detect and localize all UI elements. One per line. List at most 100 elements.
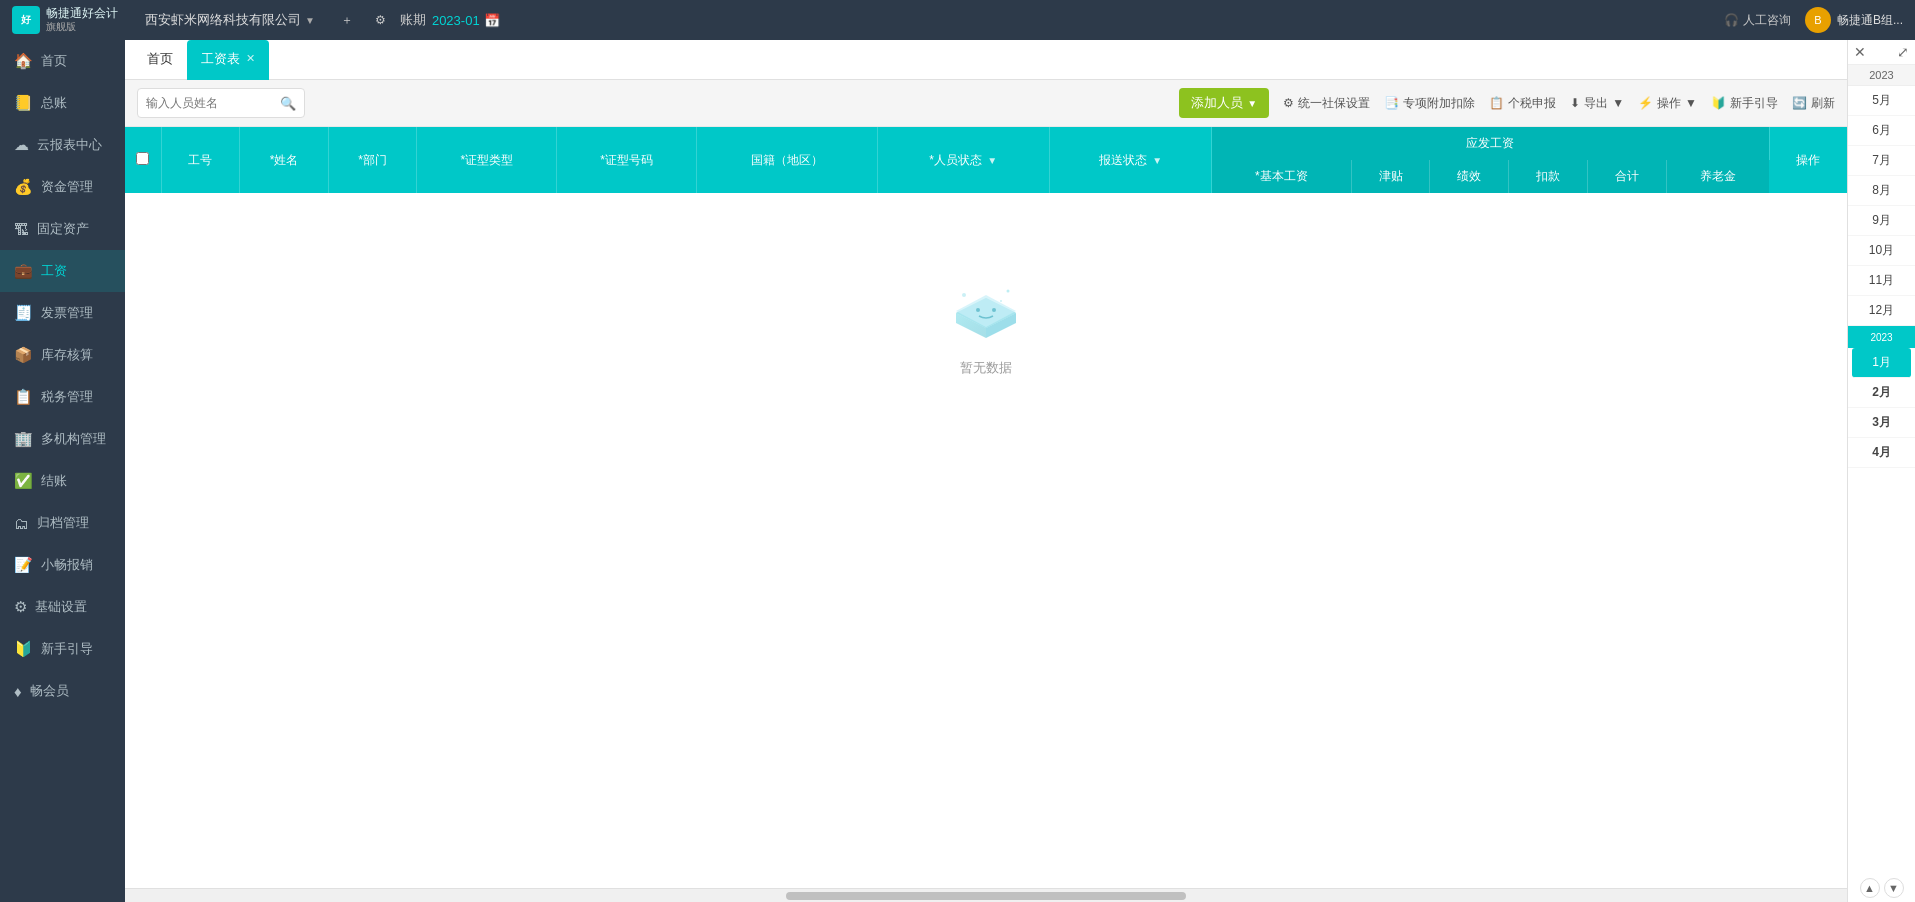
panel-close-btn[interactable]: ✕ [1854,44,1866,60]
tab-salary-label: 工资表 [201,50,240,68]
sidebar-label-fixed-assets: 固定资产 [37,220,89,238]
export-btn[interactable]: ⬇ 导出 ▼ [1570,95,1624,112]
month-2022-12[interactable]: 12月 [1848,296,1915,326]
add-company-btn[interactable]: ＋ [335,10,359,31]
settings-icon: ⚙ [14,598,27,616]
panel-expand-btn[interactable]: ⤢ [1897,44,1909,60]
sidebar-item-member[interactable]: ♦ 畅会员 [0,670,125,712]
sidebar-label-tax: 税务管理 [41,388,93,406]
sidebar-item-guide[interactable]: 🔰 新手引导 [0,628,125,670]
th-checkbox[interactable] [125,127,161,193]
toolbar: 🔍 添加人员 ▼ ⚙ 统一社保设置 📑 专项附加扣除 📋 个税申报 [125,80,1847,127]
sidebar-label-settle: 结账 [41,472,67,490]
main-layout: 🏠 首页 📒 总账 ☁ 云报表中心 💰 资金管理 🏗 固定资产 💼 工资 🧾 发… [0,40,1915,902]
month-2022-10[interactable]: 10月 [1848,236,1915,266]
settings-btn[interactable]: ⚙ [369,11,392,29]
refresh-btn[interactable]: 🔄 刷新 [1792,95,1835,112]
sidebar-label-archive: 归档管理 [37,514,89,532]
user-area[interactable]: B 畅捷通B组... [1805,7,1903,33]
month-2022-05[interactable]: 5月 [1848,86,1915,116]
th-report-status[interactable]: 报送状态 ▼ [1049,127,1211,193]
export-icon: ⬇ [1570,96,1580,110]
tab-close-icon[interactable]: ✕ [246,52,255,65]
period-value[interactable]: 2023-01 [432,13,480,28]
sidebar-label-member: 畅会员 [30,682,69,700]
th-performance: 绩效 [1430,160,1509,193]
sidebar-item-fixed-assets[interactable]: 🏗 固定资产 [0,208,125,250]
sidebar-item-expense[interactable]: 📝 小畅报销 [0,544,125,586]
search-input-wrap[interactable]: 🔍 [137,88,305,118]
th-cert-no: *证型号码 [557,127,697,193]
sidebar-item-settle[interactable]: ✅ 结账 [0,460,125,502]
search-input[interactable] [146,96,276,110]
period-label: 账期 [400,11,426,29]
social-security-btn[interactable]: ⚙ 统一社保设置 [1283,95,1370,112]
sidebar: 🏠 首页 📒 总账 ☁ 云报表中心 💰 资金管理 🏗 固定资产 💼 工资 🧾 发… [0,40,125,902]
logo-text: 畅捷通好会计 [46,6,118,20]
special-deduct-btn[interactable]: 📑 专项附加扣除 [1384,95,1475,112]
sidebar-item-cloud-report[interactable]: ☁ 云报表中心 [0,124,125,166]
invoice-icon: 🧾 [14,304,33,322]
tab-salary-table[interactable]: 工资表 ✕ [187,40,269,80]
service-button[interactable]: 🎧 人工咨询 [1724,12,1791,29]
archive-icon: 🗂 [14,515,29,532]
month-2023-02[interactable]: 2月 [1848,378,1915,408]
income-tax-btn[interactable]: 📋 个税申报 [1489,95,1556,112]
month-2022-11[interactable]: 11月 [1848,266,1915,296]
toolbar-right: 添加人员 ▼ ⚙ 统一社保设置 📑 专项附加扣除 📋 个税申报 ⬇ 导 [1179,88,1835,118]
sidebar-item-inventory[interactable]: 📦 库存核算 [0,334,125,376]
month-2022-07[interactable]: 7月 [1848,146,1915,176]
month-2023-03[interactable]: 3月 [1848,408,1915,438]
th-dept: *部门 [328,127,417,193]
svg-point-9 [1000,300,1002,302]
horizontal-scrollbar[interactable] [125,888,1847,902]
sidebar-item-multi-org[interactable]: 🏢 多机构管理 [0,418,125,460]
cloud-icon: ☁ [14,136,29,154]
sidebar-item-salary[interactable]: 💼 工资 [0,250,125,292]
sidebar-item-archive[interactable]: 🗂 归档管理 [0,502,125,544]
empty-text: 暂无数据 [960,359,1012,377]
company-selector[interactable]: 西安虾米网络科技有限公司 ▼ [137,11,323,29]
current-year-display: 2023 [1848,65,1915,86]
operations-arrow-icon: ▼ [1685,96,1697,110]
sidebar-item-tax[interactable]: 📋 税务管理 [0,376,125,418]
select-all-checkbox[interactable] [136,152,149,165]
add-person-button[interactable]: 添加人员 ▼ [1179,88,1269,118]
operations-btn[interactable]: ⚡ 操作 ▼ [1638,95,1697,112]
fixed-assets-icon: 🏗 [14,221,29,238]
year-2023-header[interactable]: 2023 [1848,326,1915,348]
sidebar-item-home[interactable]: 🏠 首页 [0,40,125,82]
sidebar-label-cloud-report: 云报表中心 [37,136,102,154]
scroll-thumb[interactable] [786,892,1186,900]
th-salary-group: 应发工资 [1212,127,1770,160]
th-nation: 国籍（地区） [696,127,877,193]
month-2022-08[interactable]: 8月 [1848,176,1915,206]
sidebar-item-settings[interactable]: ⚙ 基础设置 [0,586,125,628]
user-avatar: B [1805,7,1831,33]
nav-up-btn[interactable]: ▲ [1860,878,1880,898]
th-pension: 养老金 [1666,160,1769,193]
social-security-icon: ⚙ [1283,96,1294,110]
th-status[interactable]: *人员状态 ▼ [877,127,1049,193]
newbie-guide-btn[interactable]: 🔰 新手引导 [1711,95,1778,112]
svg-point-5 [976,308,980,312]
sidebar-label-settings: 基础设置 [35,598,87,616]
month-2022-06[interactable]: 6月 [1848,116,1915,146]
sidebar-item-invoice[interactable]: 🧾 发票管理 [0,292,125,334]
guide-icon: 🔰 [14,640,33,658]
salary-table-wrap: 工号 *姓名 *部门 *证型类型 *证型号码 国籍（地区） *人员状态 ▼ 报送… [125,127,1847,888]
social-security-label: 统一社保设置 [1298,95,1370,112]
tab-home[interactable]: 首页 [133,40,187,80]
calendar-icon[interactable]: 📅 [484,13,500,28]
income-tax-label: 个税申报 [1508,95,1556,112]
month-2023-01[interactable]: 1月 [1852,348,1911,378]
sidebar-item-fund[interactable]: 💰 资金管理 [0,166,125,208]
th-name: *姓名 [240,127,329,193]
right-panel-header: ✕ ⤢ [1848,40,1915,65]
nav-down-btn[interactable]: ▼ [1884,878,1904,898]
month-2023-04[interactable]: 4月 [1848,438,1915,468]
sidebar-item-ledger[interactable]: 📒 总账 [0,82,125,124]
month-2022-09[interactable]: 9月 [1848,206,1915,236]
tab-home-label: 首页 [147,50,173,68]
sidebar-label-home: 首页 [41,52,67,70]
